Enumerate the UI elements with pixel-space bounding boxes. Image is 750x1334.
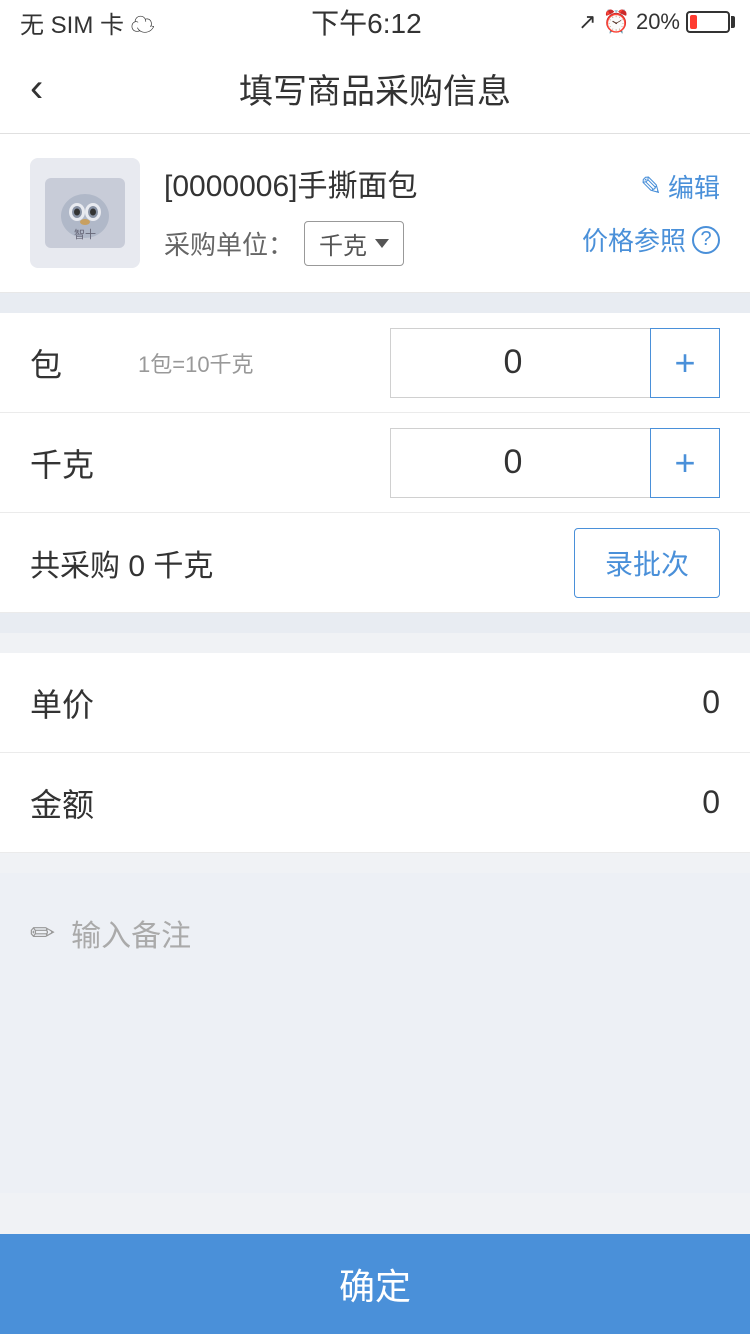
package-row: 包 1包=10千克 +: [0, 313, 750, 413]
unit-price-row: 单价 0: [0, 653, 750, 753]
summary-row: 共采购 0 千克 录批次: [0, 513, 750, 613]
svg-text:智十: 智十: [74, 227, 96, 241]
amount-row: 金额 0: [0, 753, 750, 853]
alarm-icon: ⏰: [603, 9, 630, 35]
status-bar: 无 SIM 卡 ☁ 下午6:12 ↗ ⏰ 20%: [0, 0, 750, 44]
location-icon: ↗: [578, 9, 596, 35]
section-divider-1: [0, 293, 750, 313]
unit-price-value: 0: [702, 684, 720, 721]
edit-button[interactable]: ✎ 编辑: [640, 168, 720, 205]
package-control: +: [390, 328, 720, 398]
battery-text: 20%: [636, 9, 680, 35]
package-label: 包: [30, 340, 130, 386]
chevron-down-icon: [375, 239, 389, 248]
status-left: 无 SIM 卡 ☁: [20, 5, 155, 40]
product-card: 智十 [0000006]手撕面包 采购单位： 千克 ✎ 编辑 价格参照 ?: [0, 134, 750, 293]
price-ref-button[interactable]: 价格参照 ?: [582, 221, 720, 258]
page-title: 填写商品采购信息: [239, 64, 511, 113]
status-right: ↗ ⏰ 20%: [578, 9, 730, 35]
amount-label: 金额: [30, 780, 94, 826]
back-button[interactable]: ‹: [30, 66, 90, 111]
kilogram-row: 千克 +: [0, 413, 750, 513]
note-placeholder: 输入备注: [71, 911, 191, 955]
product-name: [0000006]手撕面包: [164, 161, 558, 205]
status-time: 下午6:12: [311, 2, 422, 42]
package-sub-label: 1包=10千克: [138, 347, 390, 379]
note-section[interactable]: ✏ 输入备注: [0, 873, 750, 993]
product-image: 智十: [30, 158, 140, 268]
question-icon: ?: [692, 226, 720, 254]
summary-text: 共采购 0 千克: [30, 541, 213, 585]
batch-button[interactable]: 录批次: [574, 528, 720, 598]
product-actions: ✎ 编辑 价格参照 ?: [582, 168, 720, 258]
no-sim-text: 无 SIM 卡 ☁: [20, 5, 155, 40]
owl-icon: 智十: [55, 186, 115, 241]
edit-icon: ✎: [640, 171, 662, 202]
product-info: [0000006]手撕面包 采购单位： 千克: [164, 161, 558, 266]
amount-value: 0: [702, 784, 720, 821]
kilogram-input[interactable]: [390, 428, 650, 498]
kilogram-plus-button[interactable]: +: [650, 428, 720, 498]
package-plus-button[interactable]: +: [650, 328, 720, 398]
bottom-space: [0, 993, 750, 1193]
product-unit: 采购单位： 千克: [164, 221, 558, 266]
unit-price-label: 单价: [30, 680, 94, 726]
price-section: 单价 0 金额 0: [0, 653, 750, 853]
nav-bar: ‹ 填写商品采购信息: [0, 44, 750, 134]
section-divider-2: [0, 613, 750, 633]
confirm-button[interactable]: 确定: [0, 1234, 750, 1334]
pencil-icon: ✏: [30, 916, 55, 951]
kilogram-control: +: [390, 428, 720, 498]
unit-selector[interactable]: 千克: [304, 221, 404, 266]
package-input[interactable]: [390, 328, 650, 398]
battery-fill: [690, 15, 697, 29]
battery-indicator: [686, 11, 730, 33]
product-logo: 智十: [45, 178, 125, 248]
input-section: 包 1包=10千克 + 千克 + 共采购 0 千克 录批次: [0, 313, 750, 613]
kilogram-label: 千克: [30, 440, 130, 486]
